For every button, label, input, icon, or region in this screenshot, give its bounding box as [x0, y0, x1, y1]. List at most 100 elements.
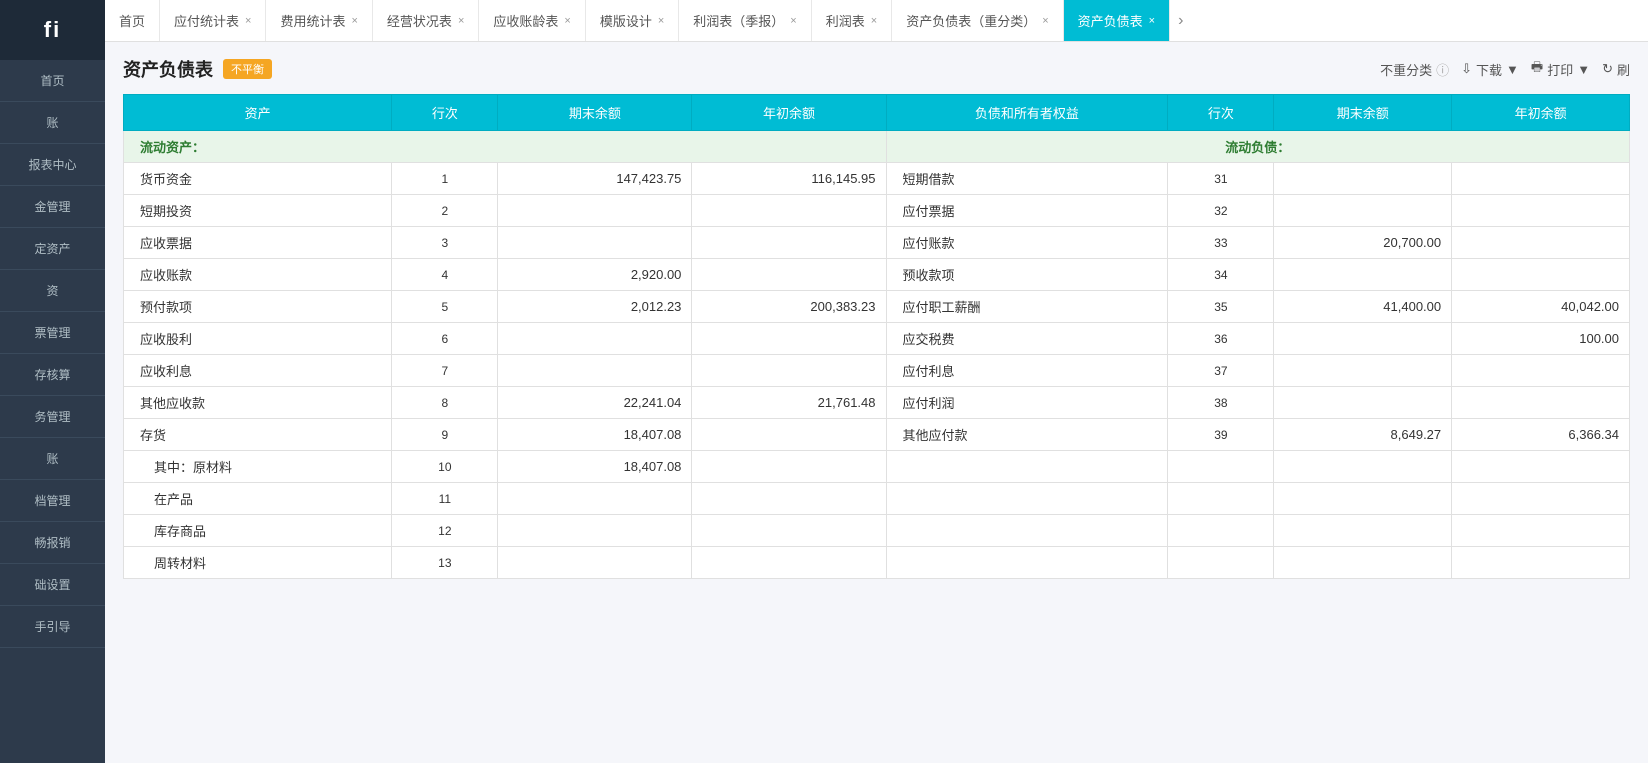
right-item-name[interactable]: 应付利润 — [886, 387, 1168, 419]
left-item-name[interactable]: 在产品 — [124, 483, 392, 515]
col-header-begin-balance-right: 年初余额 — [1452, 95, 1630, 131]
left-end-balance: 2,920.00 — [498, 259, 692, 291]
right-item-name[interactable] — [886, 451, 1168, 483]
category-select[interactable]: 不重分类 ⓘ — [1380, 60, 1449, 79]
sidebar-item-guide[interactable]: 手引导 — [0, 606, 105, 648]
sidebar-item-cash[interactable]: 金管理 — [0, 186, 105, 228]
left-end-balance: 18,407.08 — [498, 451, 692, 483]
table-row: 其他应收款 8 22,241.04 21,761.48 应付利润 38 — [124, 387, 1630, 419]
sidebar-item-books[interactable]: 账 — [0, 438, 105, 480]
print-chevron-icon: ▼ — [1577, 62, 1590, 77]
sidebar-item-archives[interactable]: 档管理 — [0, 480, 105, 522]
left-item-name[interactable]: 预付款项 — [124, 291, 392, 323]
tab-close-balance-reclassified[interactable]: × — [1042, 15, 1048, 27]
sidebar-item-account[interactable]: 账 — [0, 102, 105, 144]
tab-close-expense-stats[interactable]: × — [351, 15, 357, 27]
left-item-name[interactable]: 应收利息 — [124, 355, 392, 387]
tab-close-profit-quarterly[interactable]: × — [790, 15, 796, 27]
col-header-begin-balance-left: 年初余额 — [692, 95, 886, 131]
left-row-num: 10 — [392, 451, 498, 483]
left-row-num: 11 — [392, 483, 498, 515]
right-end-balance — [1274, 195, 1452, 227]
tab-balance-reclassified[interactable]: 资产负债表（重分类） × — [892, 0, 1063, 42]
tab-close-template-design[interactable]: × — [658, 15, 664, 27]
left-item-name[interactable]: 周转材料 — [124, 547, 392, 579]
right-item-name[interactable]: 应付职工薪酬 — [886, 291, 1168, 323]
left-item-name[interactable]: 库存商品 — [124, 515, 392, 547]
right-item-name[interactable] — [886, 547, 1168, 579]
right-item-name[interactable]: 应付利息 — [886, 355, 1168, 387]
sidebar-item-inventory[interactable]: 存核算 — [0, 354, 105, 396]
sidebar-item-reports[interactable]: 报表中心 — [0, 144, 105, 186]
left-item-name[interactable]: 应收股利 — [124, 323, 392, 355]
tab-profit[interactable]: 利润表 × — [812, 0, 892, 42]
left-item-name[interactable]: 存货 — [124, 419, 392, 451]
tab-close-operations[interactable]: × — [458, 15, 464, 27]
right-item-name[interactable]: 短期借款 — [886, 163, 1168, 195]
sidebar-item-affairs[interactable]: 务管理 — [0, 396, 105, 438]
sidebar-item-tickets[interactable]: 票管理 — [0, 312, 105, 354]
right-row-num: 38 — [1168, 387, 1274, 419]
left-item-name[interactable]: 其他应收款 — [124, 387, 392, 419]
left-begin-balance — [692, 355, 886, 387]
right-item-name[interactable]: 其他应付款 — [886, 419, 1168, 451]
tab-close-payable-stats[interactable]: × — [245, 15, 251, 27]
download-button[interactable]: ⇩ 下载 ▼ — [1461, 60, 1519, 79]
left-begin-balance — [692, 483, 886, 515]
print-icon: 🖶 — [1531, 58, 1543, 80]
tab-scroll-right[interactable]: › — [1170, 12, 1191, 30]
right-row-num: 33 — [1168, 227, 1274, 259]
sidebar-item-investment[interactable]: 资 — [0, 270, 105, 312]
sidebar-item-settings[interactable]: 础设置 — [0, 564, 105, 606]
right-item-name[interactable]: 应交税费 — [886, 323, 1168, 355]
right-item-name[interactable] — [886, 483, 1168, 515]
table-row: 周转材料 13 — [124, 547, 1630, 579]
refresh-button[interactable]: ↻ 刷 — [1602, 60, 1630, 79]
right-row-num — [1168, 515, 1274, 547]
tab-receivable-aging[interactable]: 应收账龄表 × — [479, 0, 585, 42]
section-row: 流动资产： 流动负债： — [124, 131, 1630, 163]
right-row-num: 36 — [1168, 323, 1274, 355]
left-end-balance — [498, 483, 692, 515]
right-begin-balance: 6,366.34 — [1452, 419, 1630, 451]
sidebar-item-fixed-assets[interactable]: 定资产 — [0, 228, 105, 270]
tab-profit-quarterly[interactable]: 利润表（季报） × — [679, 0, 811, 42]
left-end-balance — [498, 195, 692, 227]
tab-close-receivable-aging[interactable]: × — [564, 15, 570, 27]
tab-operations[interactable]: 经营状况表 × — [373, 0, 479, 42]
sidebar-item-expense[interactable]: 畅报销 — [0, 522, 105, 564]
right-item-name[interactable]: 应付账款 — [886, 227, 1168, 259]
tab-close-balance[interactable]: × — [1149, 15, 1155, 27]
help-icon[interactable]: ⓘ — [1436, 60, 1449, 79]
right-item-name[interactable] — [886, 515, 1168, 547]
right-row-num: 37 — [1168, 355, 1274, 387]
left-row-num: 1 — [392, 163, 498, 195]
page-header: 资产负债表 不平衡 不重分类 ⓘ ⇩ 下载 ▼ 🖶 打印 ▼ — [123, 56, 1630, 82]
print-button[interactable]: 🖶 打印 ▼ — [1531, 58, 1590, 80]
left-item-name[interactable]: 货币资金 — [124, 163, 392, 195]
tab-expense-stats[interactable]: 费用统计表 × — [266, 0, 372, 42]
tab-home[interactable]: 首页 — [105, 0, 160, 42]
right-item-name[interactable]: 应付票据 — [886, 195, 1168, 227]
right-row-num — [1168, 451, 1274, 483]
tab-payable-stats[interactable]: 应付统计表 × — [160, 0, 266, 42]
right-row-num: 31 — [1168, 163, 1274, 195]
right-begin-balance — [1452, 483, 1630, 515]
page-title-area: 资产负债表 不平衡 — [123, 56, 272, 82]
left-row-num: 13 — [392, 547, 498, 579]
sidebar-item-home[interactable]: 首页 — [0, 60, 105, 102]
right-end-balance — [1274, 483, 1452, 515]
right-item-name[interactable]: 预收款项 — [886, 259, 1168, 291]
left-item-name[interactable]: 其中：原材料 — [124, 451, 392, 483]
refresh-icon: ↻ — [1602, 61, 1613, 77]
page-title: 资产负债表 — [123, 56, 213, 82]
tab-close-profit[interactable]: × — [871, 15, 877, 27]
unbalanced-badge: 不平衡 — [223, 59, 272, 79]
left-item-name[interactable]: 应收账款 — [124, 259, 392, 291]
page-content: 资产负债表 不平衡 不重分类 ⓘ ⇩ 下载 ▼ 🖶 打印 ▼ — [105, 42, 1648, 763]
tab-template-design[interactable]: 模版设计 × — [586, 0, 679, 42]
main-area: 首页 应付统计表 × 费用统计表 × 经营状况表 × 应收账龄表 × 模版设计 … — [105, 0, 1648, 763]
left-item-name[interactable]: 应收票据 — [124, 227, 392, 259]
tab-balance[interactable]: 资产负债表 × — [1064, 0, 1170, 42]
left-item-name[interactable]: 短期投资 — [124, 195, 392, 227]
